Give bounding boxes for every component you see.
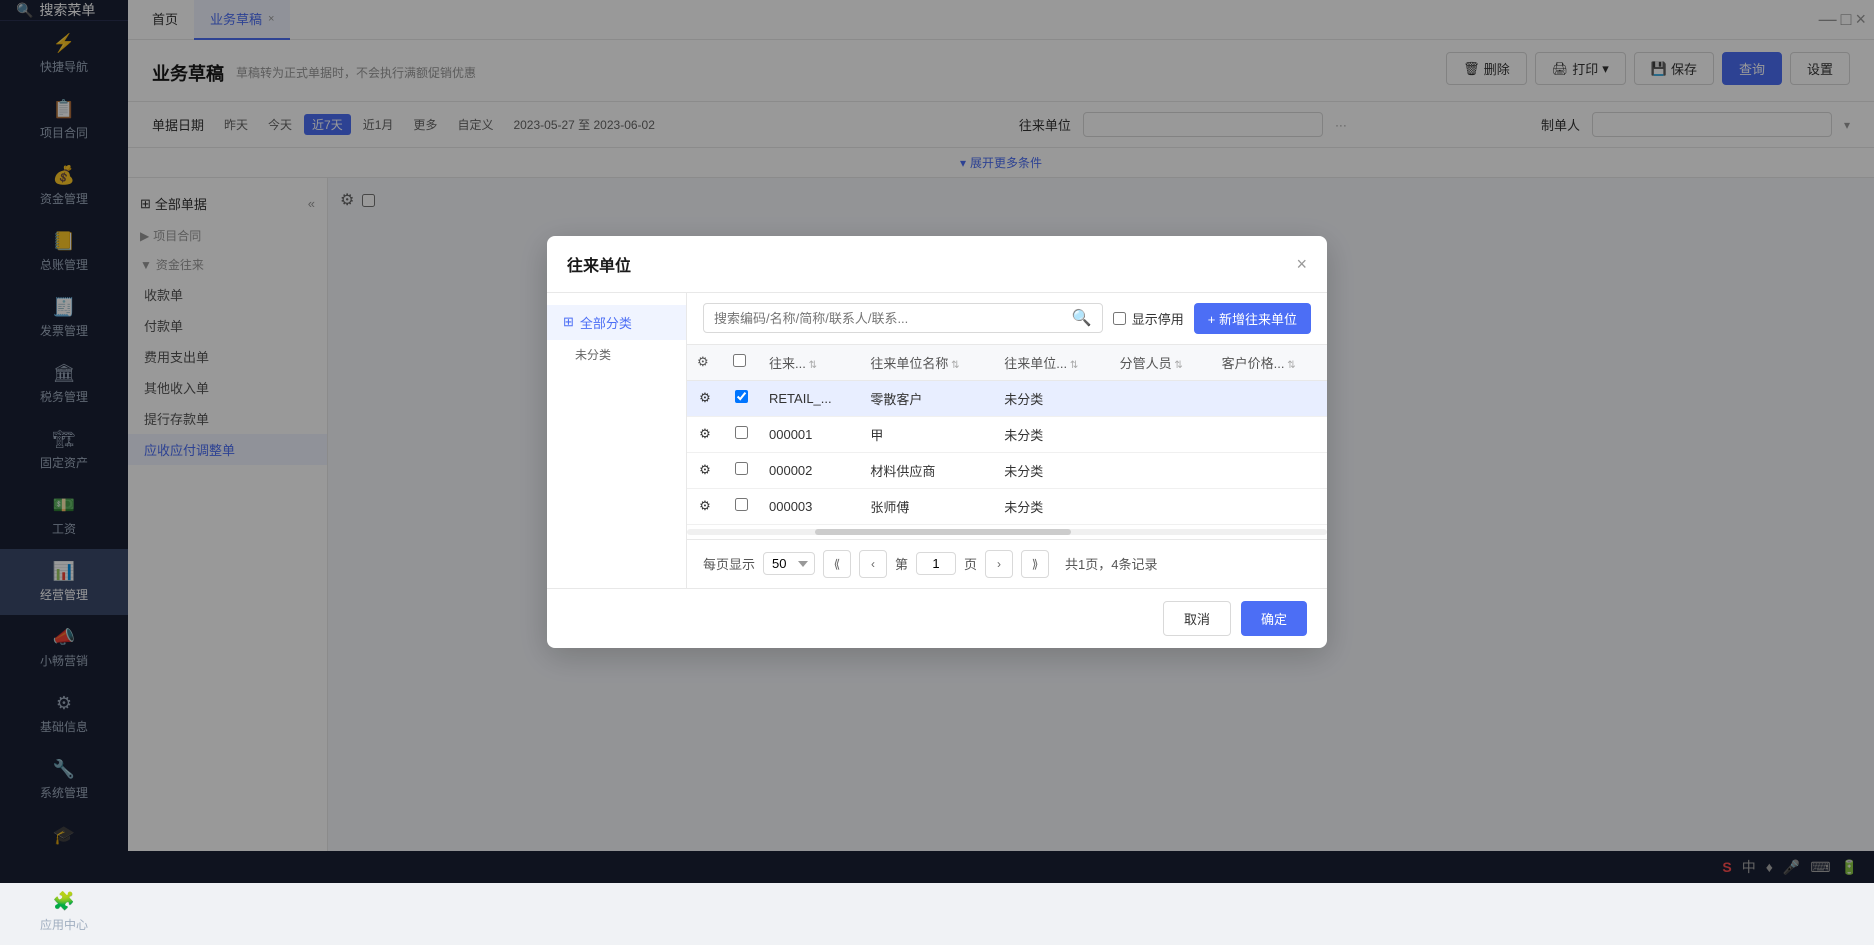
show-disabled-label[interactable]: 显示停用 [1113, 309, 1184, 328]
modal-title: 往来单位 [567, 252, 631, 276]
col-price[interactable]: 客户价格... [1212, 345, 1327, 381]
row-code: 000003 [759, 488, 860, 524]
modal-sidebar-unclassified[interactable]: 未分类 [547, 340, 686, 369]
partner-modal: 往来单位 × ⊞ 全部分类 未分类 🔍 [547, 236, 1327, 648]
cancel-button[interactable]: 取消 [1163, 601, 1231, 636]
row-name: 零散客户 [860, 380, 994, 416]
show-disabled-checkbox[interactable] [1113, 312, 1126, 325]
grid-icon-sm: ⊞ [563, 314, 574, 330]
table-select-all[interactable] [733, 354, 746, 367]
horizontal-scrollbar[interactable] [687, 529, 1327, 535]
modal-toolbar: 🔍 显示停用 + 新增往来单位 [687, 293, 1327, 345]
row-price [1212, 488, 1327, 524]
row-setting[interactable]: ⚙ [687, 488, 723, 524]
row-assignee [1110, 380, 1212, 416]
modal-sidebar: ⊞ 全部分类 未分类 [547, 293, 687, 588]
per-page-label: 每页显示 [703, 554, 755, 573]
unclassified-label: 未分类 [575, 348, 611, 362]
confirm-button[interactable]: 确定 [1241, 601, 1307, 636]
row-category: 未分类 [994, 488, 1109, 524]
all-categories-label: 全部分类 [580, 313, 632, 332]
row-setting[interactable]: ⚙ [687, 452, 723, 488]
modal-footer: 取消 确定 [547, 588, 1327, 648]
search-icon: 🔍 [1072, 308, 1092, 328]
row-category: 未分类 [994, 452, 1109, 488]
table-row[interactable]: ⚙ 000002 材料供应商 未分类 [687, 452, 1327, 488]
appstore-icon: 🧩 [53, 891, 75, 912]
scrollbar-thumb [815, 529, 1071, 535]
sidebar-item-label: 应用中心 [40, 916, 88, 933]
col-assignee[interactable]: 分管人员 [1110, 345, 1212, 381]
row-setting[interactable]: ⚙ [687, 380, 723, 416]
search-box: 🔍 [703, 303, 1103, 333]
row-category: 未分类 [994, 416, 1109, 452]
first-page-button[interactable]: ⟪ [823, 550, 851, 578]
modal-overlay: 往来单位 × ⊞ 全部分类 未分类 🔍 [0, 0, 1874, 883]
row-assignee [1110, 452, 1212, 488]
row-checkbox[interactable] [723, 452, 759, 488]
row-price [1212, 416, 1327, 452]
row-checkbox[interactable] [723, 380, 759, 416]
modal-table: ⚙ 往来... 往来单位名称 往来单位... 分管人员 客户价格... ⚙ [687, 345, 1327, 525]
row-category: 未分类 [994, 380, 1109, 416]
add-partner-button[interactable]: + 新增往来单位 [1194, 303, 1311, 334]
modal-close-button[interactable]: × [1296, 255, 1307, 273]
modal-sidebar-all[interactable]: ⊞ 全部分类 [547, 305, 686, 340]
row-code: RETAIL_... [759, 380, 860, 416]
row-code: 000002 [759, 452, 860, 488]
search-input[interactable] [714, 311, 1066, 326]
table-row[interactable]: ⚙ 000003 张师傅 未分类 [687, 488, 1327, 524]
table-header-row: ⚙ 往来... 往来单位名称 往来单位... 分管人员 客户价格... [687, 345, 1327, 381]
modal-body: ⊞ 全部分类 未分类 🔍 显示停用 [547, 293, 1327, 588]
pagination: 每页显示 50 100 200 ⟪ ‹ 第 页 › ⟫ 共1页，4条记录 [687, 539, 1327, 588]
page-number-input[interactable] [916, 552, 956, 575]
total-count: 共1页，4条记录 [1065, 554, 1157, 573]
row-setting[interactable]: ⚙ [687, 416, 723, 452]
page-suffix: 页 [964, 554, 977, 573]
row-price [1212, 452, 1327, 488]
col-setting[interactable]: ⚙ [687, 345, 723, 381]
row-price [1212, 380, 1327, 416]
row-name: 材料供应商 [860, 452, 994, 488]
table-row[interactable]: ⚙ RETAIL_... 零散客户 未分类 [687, 380, 1327, 416]
col-name[interactable]: 往来单位名称 [860, 345, 994, 381]
col-select[interactable] [723, 345, 759, 381]
modal-table-scroll[interactable]: ⚙ 往来... 往来单位名称 往来单位... 分管人员 客户价格... ⚙ [687, 345, 1327, 539]
row-code: 000001 [759, 416, 860, 452]
row-checkbox[interactable] [723, 488, 759, 524]
per-page-select[interactable]: 50 100 200 [763, 552, 815, 575]
last-page-button[interactable]: ⟫ [1021, 550, 1049, 578]
row-checkbox[interactable] [723, 416, 759, 452]
modal-main: 🔍 显示停用 + 新增往来单位 ⚙ [687, 293, 1327, 588]
row-assignee [1110, 488, 1212, 524]
modal-header: 往来单位 × [547, 236, 1327, 293]
col-code[interactable]: 往来... [759, 345, 860, 381]
row-name: 张师傅 [860, 488, 994, 524]
col-category[interactable]: 往来单位... [994, 345, 1109, 381]
sidebar-item-appstore[interactable]: 🧩 应用中心 [0, 879, 128, 945]
prev-page-button[interactable]: ‹ [859, 550, 887, 578]
table-row[interactable]: ⚙ 000001 甲 未分类 [687, 416, 1327, 452]
page-label: 第 [895, 554, 908, 573]
next-page-button[interactable]: › [985, 550, 1013, 578]
row-assignee [1110, 416, 1212, 452]
row-name: 甲 [860, 416, 994, 452]
